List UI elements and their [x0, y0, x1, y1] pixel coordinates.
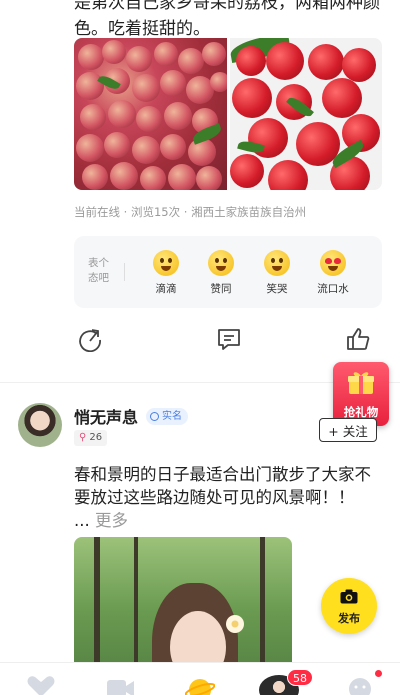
- reaction-laugh-cry[interactable]: 笑哭: [255, 250, 299, 296]
- reaction-agree[interactable]: 赞同: [199, 250, 243, 296]
- level-icon: ⚲: [79, 432, 87, 443]
- heart-icon[interactable]: [26, 675, 56, 695]
- real-name-label: 实名: [162, 411, 182, 422]
- avatar[interactable]: [18, 403, 62, 447]
- publish-button[interactable]: 发布: [321, 578, 377, 634]
- comment-icon[interactable]: [216, 326, 242, 352]
- divider: [124, 263, 125, 281]
- reaction-label: 滴滴: [155, 283, 177, 295]
- reaction-drool-heart[interactable]: 流口水: [311, 250, 355, 296]
- post-actions: [0, 326, 400, 360]
- post-meta: 当前在线 · 浏览15次 · 湘西土家族苗族自治州: [74, 205, 307, 219]
- reaction-card: 表个态吧 滴滴 赞同 笑哭 流口水: [74, 236, 382, 308]
- gift-icon: [348, 372, 374, 394]
- post-text-prev: 是第次自己家乡哥呆的荔枝，两箱两种颜色。吃着挺甜的。: [74, 0, 380, 39]
- reaction-label: 笑哭: [266, 283, 288, 295]
- share-icon[interactable]: [77, 326, 103, 352]
- like-icon[interactable]: [345, 326, 371, 352]
- follow-button[interactable]: + 关注: [319, 418, 377, 442]
- drool-emoji-icon: [153, 250, 179, 276]
- reaction-label: 流口水: [317, 283, 349, 295]
- more-link[interactable]: 更多: [95, 511, 128, 530]
- planet-icon[interactable]: [185, 675, 215, 695]
- lychee-photo-1[interactable]: [74, 38, 227, 190]
- heart-eyes-emoji-icon: [320, 250, 346, 276]
- publish-label: 发布: [338, 612, 360, 625]
- notification-dot: [375, 670, 382, 677]
- laugh-cry-emoji-icon: [264, 250, 290, 276]
- level-value: 26: [89, 432, 103, 443]
- reaction-prompt: 表个态吧: [88, 257, 109, 284]
- post-body[interactable]: 春和景明的日子最适合出门散步了大家不要放过这些路边随处可见的风景啊！！ ... …: [74, 463, 374, 532]
- author-name[interactable]: 悄无声息: [74, 404, 138, 428]
- lychee-photo-2[interactable]: [229, 38, 382, 190]
- video-icon[interactable]: [105, 675, 135, 695]
- thumbs-emoji-icon: [208, 250, 234, 276]
- verified-icon: [150, 412, 159, 421]
- photo-grid[interactable]: [74, 38, 382, 190]
- profile-icon[interactable]: [345, 675, 375, 695]
- reaction-label: 赞同: [210, 283, 232, 295]
- gift-float-button[interactable]: 抢礼物: [333, 362, 389, 426]
- real-name-badge: 实名: [146, 408, 188, 425]
- message-count-badge: 58: [287, 669, 313, 686]
- level-badge: ⚲ 26: [74, 430, 108, 446]
- reaction-drool[interactable]: 滴滴: [144, 250, 188, 296]
- bottom-nav: [0, 662, 400, 695]
- camera-icon: [340, 589, 358, 604]
